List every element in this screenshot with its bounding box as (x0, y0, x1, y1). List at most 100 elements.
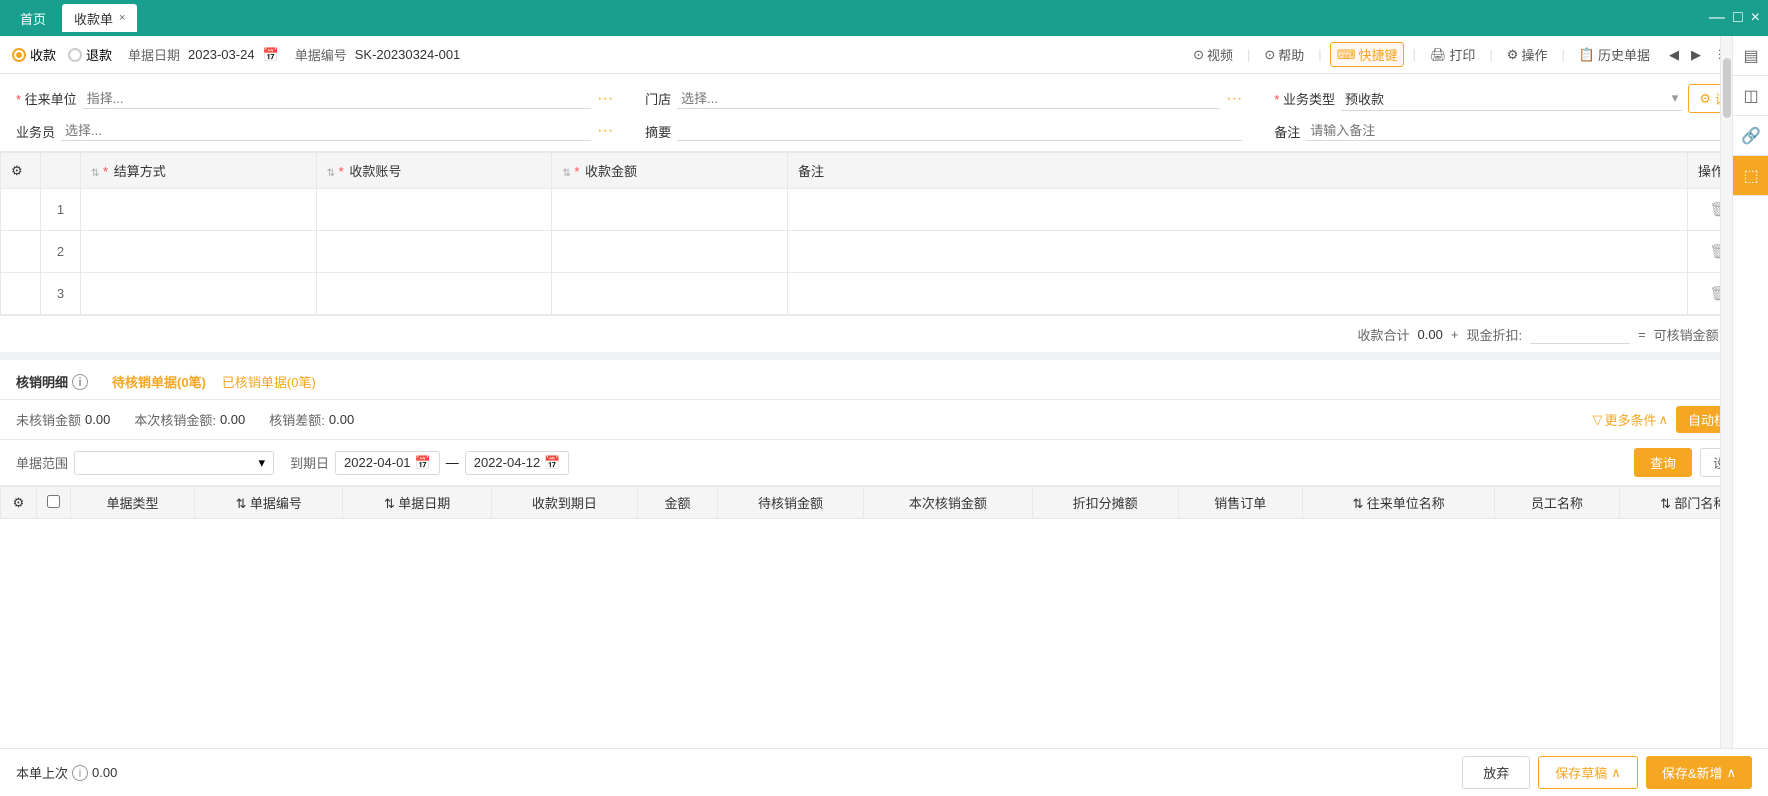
row2-settlement[interactable] (81, 231, 317, 273)
offset-info-icon[interactable]: i (72, 374, 88, 390)
staff-input[interactable] (61, 121, 591, 141)
table-row: 3 🗑 ⧉ (1, 273, 1768, 315)
row1-settlement[interactable] (81, 189, 317, 231)
main-table: ⚙ ⇅ * 结算方式 ⇅ * 收款账号 ⇅ * (0, 152, 1768, 315)
scroll-thumb[interactable] (1723, 58, 1731, 118)
uncancelled-stat: 未核销金额 0.00 (16, 410, 110, 429)
scrollbar[interactable] (1720, 36, 1732, 748)
note-input[interactable] (1306, 121, 1752, 141)
window-maximize-icon[interactable]: □ (1733, 9, 1743, 27)
doc-date-calendar-icon[interactable]: 📅 (263, 47, 279, 63)
store-input[interactable] (677, 89, 1220, 109)
row1-note[interactable] (788, 189, 1688, 231)
col-row-num-header (41, 153, 81, 189)
row3-account[interactable] (316, 273, 552, 315)
right-panel-icon-1[interactable]: ▤ (1733, 36, 1768, 76)
row1-num: 1 (41, 189, 81, 231)
row3-settings (1, 273, 41, 315)
note-field: 备注 (1274, 121, 1752, 141)
history-icon: 📋 (1579, 47, 1595, 63)
bottom-table-wrap: ⚙ 单据类型 ⇅ 单据编号 ⇅ (0, 486, 1768, 519)
row2-account[interactable] (316, 231, 552, 273)
tab-close-icon[interactable]: × (119, 12, 125, 24)
range-select[interactable]: ▾ (74, 451, 274, 475)
col-settlement-header: ⇅ * 结算方式 (81, 153, 317, 189)
row3-settlement[interactable] (81, 273, 317, 315)
date-end-input[interactable]: 2022-04-12 📅 (465, 451, 570, 475)
right-panel-icon-4[interactable]: ⬚ (1733, 156, 1768, 196)
nav-prev[interactable]: ◀ (1664, 45, 1684, 65)
row1-account[interactable] (316, 189, 552, 231)
row2-amount[interactable] (552, 231, 788, 273)
tab-home[interactable]: 首页 (8, 4, 58, 32)
counterpart-input[interactable] (83, 89, 591, 109)
store-more-icon[interactable]: ··· (1226, 90, 1242, 108)
shortcut-action[interactable]: ⌨ 快捷键 (1330, 42, 1405, 67)
summary-input[interactable] (677, 121, 1242, 141)
business-type-value: 预收款 (1345, 89, 1668, 108)
print-action[interactable]: 🖨 打印 (1424, 43, 1482, 66)
row3-note[interactable] (788, 273, 1688, 315)
bt-col-due-date: 收款到期日 (491, 487, 637, 519)
table-settings-icon: ⚙ (11, 163, 23, 178)
query-button[interactable]: 查询 (1634, 448, 1692, 477)
abandon-button[interactable]: 放弃 (1462, 756, 1530, 789)
date-start-icon: 📅 (415, 455, 431, 471)
radio-receive[interactable]: 收款 (12, 45, 56, 64)
bt-col-staff: 员工名称 (1495, 487, 1619, 519)
business-type-select[interactable]: 预收款 ▾ (1341, 87, 1682, 111)
date-range-separator: — (446, 455, 459, 470)
print-label: 打印 (1449, 45, 1475, 64)
footer-info-icon[interactable]: i (72, 765, 88, 781)
note-label: 备注 (1274, 122, 1300, 141)
staff-field: 业务员 ··· (16, 121, 613, 141)
footer-left: 本单上次 i 0.00 (16, 763, 117, 782)
bt-col-doc-type: 单据类型 (71, 487, 195, 519)
store-label: 门店 (645, 89, 671, 108)
video-action[interactable]: ⊙ 视频 (1187, 43, 1239, 66)
date-start-input[interactable]: 2022-04-01 📅 (335, 451, 440, 475)
bt-col-doc-date: ⇅ 单据日期 (343, 487, 491, 519)
summary-field: 摘要 (645, 121, 1242, 141)
shortcut-icon: ⌨ (1337, 47, 1356, 63)
help-action[interactable]: ⊙ 帮助 (1258, 43, 1310, 66)
radio-refund[interactable]: 退款 (68, 45, 112, 64)
save-draft-button[interactable]: 保存草稿 ∧ (1538, 756, 1638, 789)
plus-label: + (1451, 327, 1459, 342)
chevron-up-icon: ∧ (1658, 412, 1668, 428)
window-minimize-icon[interactable]: — (1709, 9, 1725, 27)
window-close-icon[interactable]: × (1751, 9, 1760, 27)
bt-col-settings[interactable]: ⚙ (1, 487, 37, 519)
operation-action[interactable]: ⚙ 操作 (1501, 43, 1554, 66)
more-conditions-btn[interactable]: ▽ 更多条件 ∧ (1592, 410, 1668, 429)
nav-next[interactable]: ▶ (1686, 45, 1706, 65)
tab-active[interactable]: 收款单 × (62, 4, 137, 32)
bt-select-all-checkbox[interactable] (47, 495, 60, 508)
row1-amount[interactable] (552, 189, 788, 231)
date-end-icon: 📅 (544, 455, 560, 471)
col-settings-header[interactable]: ⚙ (1, 153, 41, 189)
range-field: 单据范围 ▾ (16, 451, 274, 475)
right-panel-icon-3[interactable]: 🔗 (1733, 116, 1768, 156)
right-panel-icon-2[interactable]: ◫ (1733, 76, 1768, 116)
diff-stat: 核销差额: 0.00 (269, 410, 354, 429)
tab-bar: 首页 收款单 × — □ × (0, 0, 1768, 36)
discount-input[interactable] (1530, 324, 1630, 344)
due-date-field: 到期日 2022-04-01 📅 — 2022-04-12 📅 (290, 451, 569, 475)
diff-label: 核销差额: (269, 410, 325, 429)
history-action[interactable]: 📋 历史单据 (1573, 43, 1656, 66)
tab-completed[interactable]: 已核销单据(0笔) (214, 370, 324, 393)
available-label: 可核销金额 (1654, 325, 1719, 344)
bt-col-counterpart: ⇅ 往来单位名称 (1302, 487, 1495, 519)
main-table-section: ⚙ ⇅ * 结算方式 ⇅ * 收款账号 ⇅ * (0, 152, 1768, 315)
footer-right: 放弃 保存草稿 ∧ 保存&新增 ∧ (1462, 756, 1752, 789)
table-row: 2 🗑 ⧉ (1, 231, 1768, 273)
staff-more-icon[interactable]: ··· (597, 122, 613, 140)
row2-note[interactable] (788, 231, 1688, 273)
tab-pending[interactable]: 待核销单据(0笔) (104, 370, 214, 393)
radio-refund-circle (68, 48, 82, 62)
row3-amount[interactable] (552, 273, 788, 315)
save-new-button[interactable]: 保存&新增 ∧ (1646, 756, 1752, 789)
counterpart-more-icon[interactable]: ··· (597, 90, 613, 108)
settlement-sort-icon: ⇅ (91, 168, 99, 179)
